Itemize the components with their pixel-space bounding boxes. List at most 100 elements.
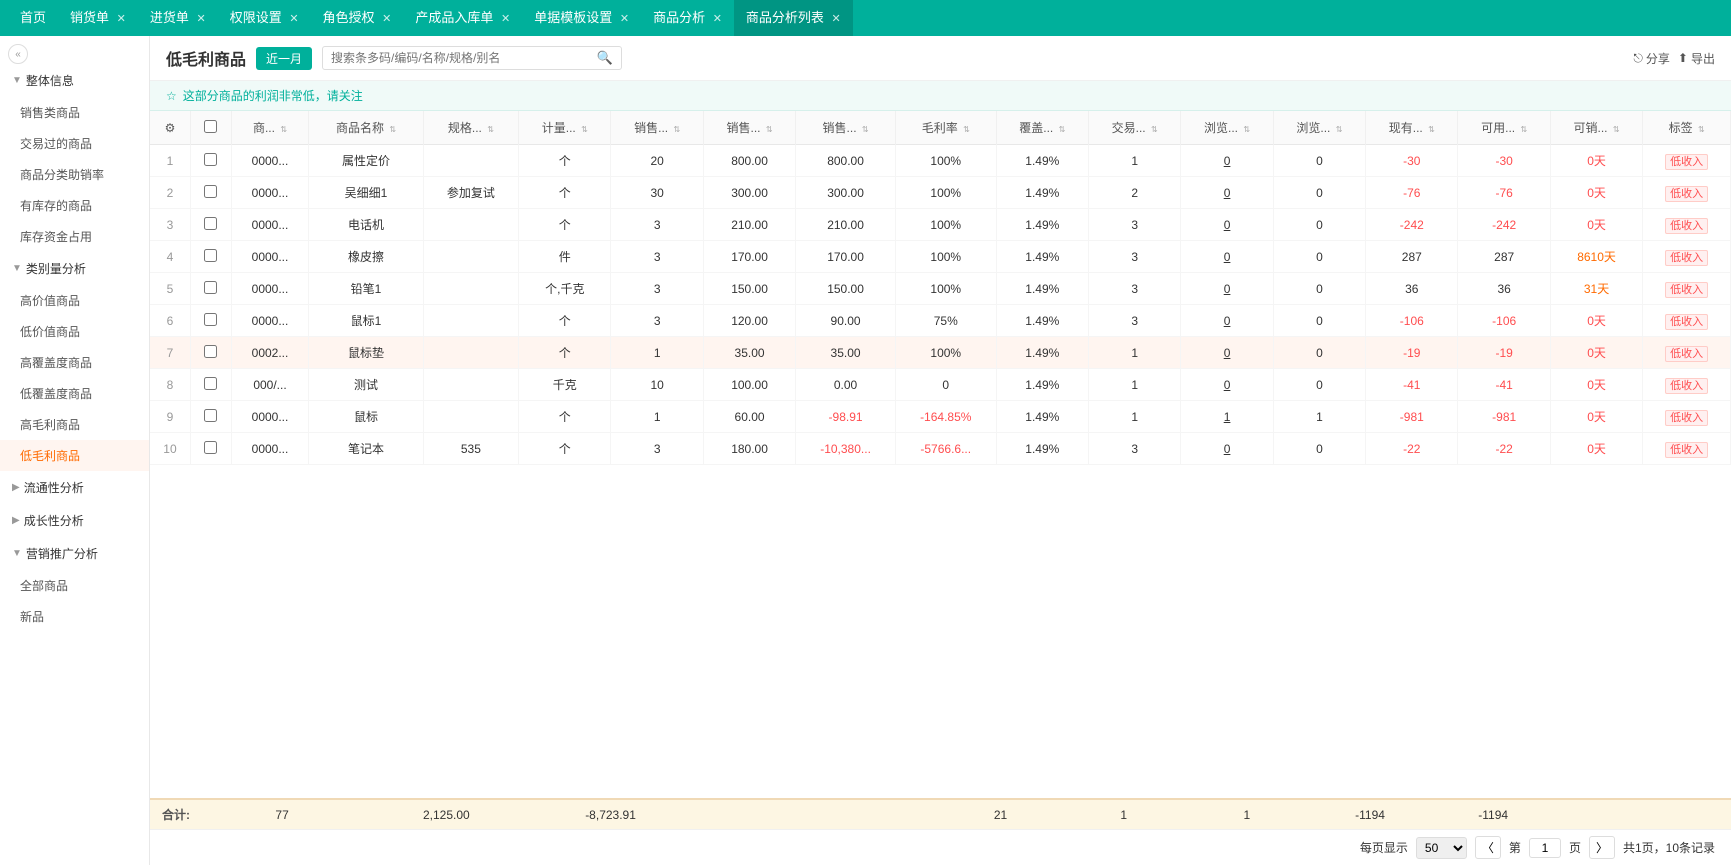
- row-trade[interactable]: 1: [1181, 401, 1273, 433]
- nav-permissions[interactable]: 权限设置 ✕: [218, 0, 311, 36]
- nav-goods-analysis[interactable]: 商品分析 ✕: [641, 0, 734, 36]
- row-trade[interactable]: 0: [1181, 273, 1273, 305]
- select-all-checkbox[interactable]: [204, 120, 217, 133]
- nav-goods-analysis-list[interactable]: 商品分析列表 ✕: [734, 0, 853, 36]
- row-trade[interactable]: 0: [1181, 177, 1273, 209]
- sidebar-item-all-products[interactable]: 全部商品: [0, 570, 149, 601]
- sidebar-item-low-margin[interactable]: 低毛利商品: [0, 440, 149, 471]
- col-available[interactable]: 可用... ⇅: [1458, 111, 1550, 145]
- col-settings[interactable]: ⚙: [150, 111, 190, 145]
- row-coverage: 1: [1088, 145, 1180, 177]
- sidebar-item-new-products[interactable]: 新品: [0, 601, 149, 632]
- close-icon[interactable]: ✕: [620, 13, 629, 25]
- close-icon[interactable]: ✕: [289, 13, 298, 25]
- next-page-button[interactable]: 〉: [1589, 836, 1615, 859]
- col-current[interactable]: 现有... ⇅: [1366, 111, 1458, 145]
- col-sales-qty[interactable]: 销售... ⇅: [611, 111, 703, 145]
- row-checkbox[interactable]: [190, 305, 231, 337]
- export-button[interactable]: ⬆ 导出: [1678, 50, 1715, 67]
- row-sales-total: 150.00: [796, 273, 896, 305]
- col-tag[interactable]: 标签 ⇅: [1643, 111, 1731, 145]
- search-icon[interactable]: 🔍: [597, 50, 613, 66]
- row-trade[interactable]: 0: [1181, 433, 1273, 465]
- sidebar-group-overview[interactable]: ▼ 整体信息: [0, 64, 149, 97]
- footer-browse1: 1: [1185, 808, 1308, 822]
- col-name[interactable]: 商品名称 ⇅: [309, 111, 423, 145]
- row-code: 0000...: [231, 433, 309, 465]
- row-checkbox[interactable]: [190, 209, 231, 241]
- sidebar-group-category[interactable]: ▼ 类别量分析: [0, 252, 149, 285]
- row-checkbox[interactable]: [190, 241, 231, 273]
- row-tag: 低收入: [1643, 337, 1731, 369]
- share-button[interactable]: ⎋ 分享: [1633, 50, 1670, 67]
- row-spec: [423, 209, 518, 241]
- row-checkbox[interactable]: [190, 401, 231, 433]
- date-filter-button[interactable]: 近一月: [256, 47, 312, 70]
- sidebar-item-low-value[interactable]: 低价值商品: [0, 316, 149, 347]
- sidebar-item-low-coverage[interactable]: 低覆盖度商品: [0, 378, 149, 409]
- sidebar-group-flow[interactable]: ▶ 流通性分析: [0, 471, 149, 504]
- row-sales-qty: 3: [611, 241, 703, 273]
- nav-sales[interactable]: 销货单 ✕: [58, 0, 138, 36]
- row-tag: 低收入: [1643, 305, 1731, 337]
- search-input[interactable]: [331, 51, 597, 65]
- row-checkbox[interactable]: [190, 369, 231, 401]
- col-gross-rate[interactable]: 毛利率 ⇅: [895, 111, 996, 145]
- row-checkbox[interactable]: [190, 433, 231, 465]
- table-row: 5 0000... 铅笔1 个,千克 3 150.00 150.00 100% …: [150, 273, 1731, 305]
- nav-home[interactable]: 首页: [8, 0, 58, 36]
- row-trade[interactable]: 0: [1181, 209, 1273, 241]
- sidebar-item-high-margin[interactable]: 高毛利商品: [0, 409, 149, 440]
- sidebar-item-stocked[interactable]: 有库存的商品: [0, 190, 149, 221]
- row-checkbox[interactable]: [190, 145, 231, 177]
- col-browse1[interactable]: 浏览... ⇅: [1181, 111, 1273, 145]
- col-code[interactable]: 商... ⇅: [231, 111, 309, 145]
- row-sales-price: 60.00: [703, 401, 795, 433]
- close-icon[interactable]: ✕: [196, 13, 205, 25]
- nav-roles[interactable]: 角色授权 ✕: [311, 0, 404, 36]
- sidebar-item-traded-products[interactable]: 交易过的商品: [0, 128, 149, 159]
- row-pct: 100%: [895, 209, 996, 241]
- col-sales-total[interactable]: 销售... ⇅: [796, 111, 896, 145]
- row-browse2: -22: [1366, 433, 1458, 465]
- sidebar-group-growth[interactable]: ▶ 成长性分析: [0, 504, 149, 537]
- row-trade[interactable]: 0: [1181, 241, 1273, 273]
- nav-purchase[interactable]: 进货单 ✕: [138, 0, 218, 36]
- sidebar-collapse-btn[interactable]: «: [8, 44, 28, 64]
- row-trade[interactable]: 0: [1181, 369, 1273, 401]
- close-icon[interactable]: ✕: [832, 13, 841, 25]
- close-icon[interactable]: ✕: [501, 13, 510, 25]
- col-sales-price[interactable]: 销售... ⇅: [703, 111, 795, 145]
- row-checkbox[interactable]: [190, 177, 231, 209]
- sidebar-item-high-value[interactable]: 高价值商品: [0, 285, 149, 316]
- col-checkbox[interactable]: [190, 111, 231, 145]
- sidebar-item-inventory-fund[interactable]: 库存资金占用: [0, 221, 149, 252]
- nav-template[interactable]: 单据模板设置 ✕: [522, 0, 641, 36]
- close-icon[interactable]: ✕: [382, 13, 391, 25]
- prev-page-button[interactable]: 〈: [1475, 836, 1501, 859]
- row-trade[interactable]: 0: [1181, 145, 1273, 177]
- row-checkbox[interactable]: [190, 337, 231, 369]
- sidebar-item-category-rate[interactable]: 商品分类助销率: [0, 159, 149, 190]
- page-number-input[interactable]: [1529, 838, 1561, 858]
- row-trade[interactable]: 0: [1181, 305, 1273, 337]
- sidebar-item-sales-products[interactable]: 销售类商品: [0, 97, 149, 128]
- row-sales-price: 210.00: [703, 209, 795, 241]
- per-page-select[interactable]: 20 50 100: [1416, 837, 1467, 859]
- col-salable[interactable]: 可销... ⇅: [1550, 111, 1642, 145]
- row-sales-total: -10,380...: [796, 433, 896, 465]
- nav-products[interactable]: 产成品入库单 ✕: [403, 0, 522, 36]
- close-icon[interactable]: ✕: [713, 13, 722, 25]
- row-checkbox[interactable]: [190, 273, 231, 305]
- sidebar-item-high-coverage[interactable]: 高覆盖度商品: [0, 347, 149, 378]
- sidebar-group-marketing[interactable]: ▼ 营销推广分析: [0, 537, 149, 570]
- close-icon[interactable]: ✕: [117, 13, 126, 25]
- footer-coverage: 21: [939, 808, 1062, 822]
- col-spec[interactable]: 规格... ⇅: [423, 111, 518, 145]
- col-trade[interactable]: 交易... ⇅: [1088, 111, 1180, 145]
- row-spec: [423, 145, 518, 177]
- col-unit[interactable]: 计量... ⇅: [519, 111, 611, 145]
- col-coverage[interactable]: 覆盖... ⇅: [996, 111, 1088, 145]
- row-trade[interactable]: 0: [1181, 337, 1273, 369]
- col-browse2[interactable]: 浏览... ⇅: [1273, 111, 1365, 145]
